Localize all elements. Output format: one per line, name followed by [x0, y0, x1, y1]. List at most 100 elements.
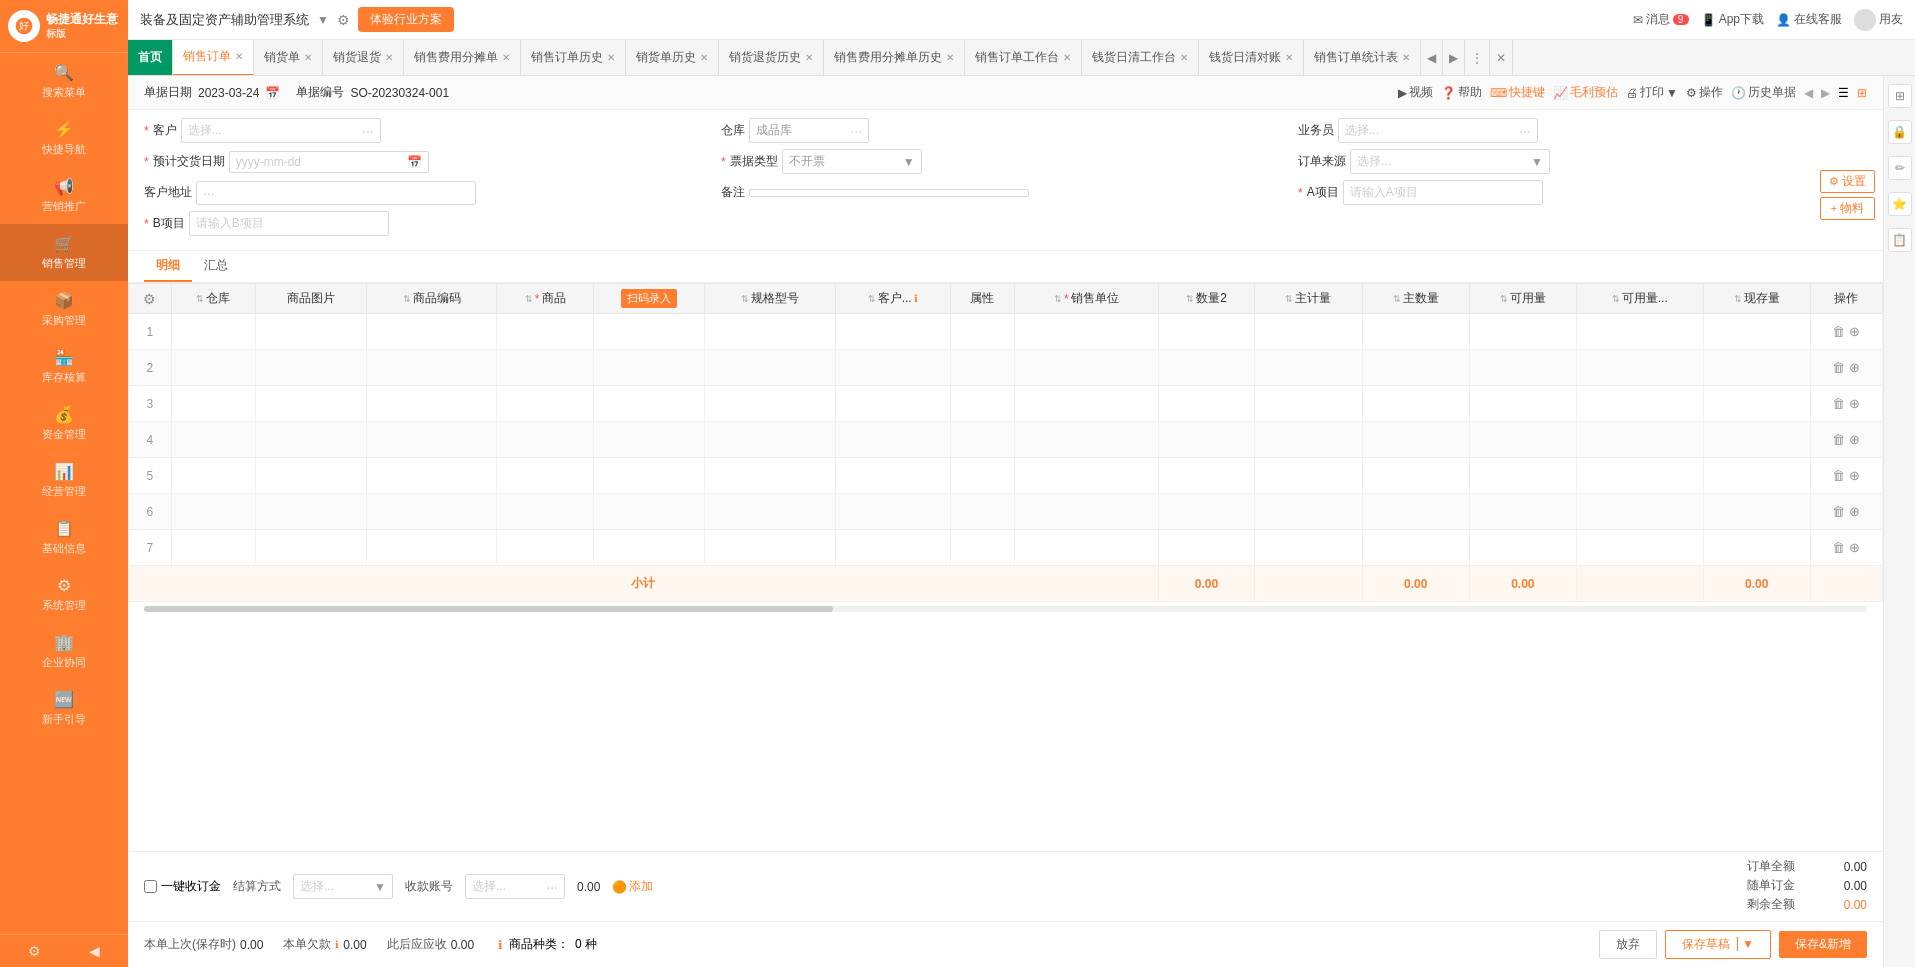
cell-qty2-6[interactable]	[1158, 494, 1255, 530]
th-scan[interactable]: 扫码录入	[594, 284, 705, 314]
tab-order-history[interactable]: 销售订单历史 ✕	[521, 40, 626, 76]
cell-warehouse-3[interactable]	[171, 386, 255, 422]
copy-icon-5[interactable]: ⊕	[1849, 468, 1860, 483]
tab-sales-order[interactable]: 销售订单 ✕	[173, 40, 254, 76]
th-product[interactable]: ⇅ *商品	[497, 284, 594, 314]
tab-return[interactable]: 销货退货 ✕	[323, 40, 404, 76]
tab-sales-order-close[interactable]: ✕	[235, 51, 243, 62]
th-spec[interactable]: ⇅ 规格型号	[705, 284, 836, 314]
save-draft-dropdown[interactable]: ▼	[1737, 937, 1754, 951]
delete-icon-6[interactable]: 🗑	[1832, 504, 1845, 519]
tab-daily-workbench-close[interactable]: ✕	[1180, 52, 1188, 63]
right-panel-icon-1[interactable]: ⊞	[1888, 84, 1912, 108]
cell-warehouse-1[interactable]	[171, 314, 255, 350]
tab-daily-check[interactable]: 钱货日清对账 ✕	[1199, 40, 1304, 76]
cell-product-3[interactable]	[497, 386, 594, 422]
cell-mqty-4[interactable]	[1362, 422, 1469, 458]
right-panel-icon-2[interactable]: 🔒	[1888, 120, 1912, 144]
copy-icon-1[interactable]: ⊕	[1849, 324, 1860, 339]
delete-icon-7[interactable]: 🗑	[1832, 540, 1845, 555]
save-draft-button[interactable]: 保存草稿 ▼	[1665, 930, 1771, 959]
right-panel-icon-5[interactable]: 📋	[1888, 228, 1912, 252]
cell-unit-2[interactable]	[1015, 350, 1159, 386]
delete-icon-5[interactable]: 🗑	[1832, 468, 1845, 483]
print-link[interactable]: 🖨 打印 ▼	[1626, 84, 1678, 101]
th-main-unit[interactable]: ⇅ 主计量	[1255, 284, 1362, 314]
cell-product-4[interactable]	[497, 422, 594, 458]
sidebar-item-basic[interactable]: 📋 基础信息	[0, 509, 128, 566]
sidebar-item-enterprise[interactable]: 🏢 企业协同	[0, 623, 128, 680]
th-unit[interactable]: ⇅ *销售单位	[1015, 284, 1159, 314]
tab-stats-close[interactable]: ✕	[1402, 52, 1410, 63]
system-dropdown-icon[interactable]: ▼	[317, 13, 329, 27]
cell-qty2-1[interactable]	[1158, 314, 1255, 350]
list-view-icon[interactable]: ☰	[1838, 86, 1849, 100]
cell-code-2[interactable]	[366, 350, 497, 386]
tab-workbench-close[interactable]: ✕	[1063, 52, 1071, 63]
header-settings-icon[interactable]: ⚙	[337, 12, 350, 28]
cell-ccode-7[interactable]	[835, 530, 950, 566]
cell-warehouse-5[interactable]	[171, 458, 255, 494]
cell-code-7[interactable]	[366, 530, 497, 566]
view-link[interactable]: ▶ 视频	[1398, 84, 1433, 101]
nav-prev-icon[interactable]: ◀	[1804, 86, 1813, 100]
tab-nav-more[interactable]: ⋮	[1465, 40, 1490, 76]
tab-invoice[interactable]: 销货单 ✕	[254, 40, 323, 76]
save-new-button[interactable]: 保存&新增	[1779, 931, 1867, 958]
cell-warehouse-2[interactable]	[171, 350, 255, 386]
settings-bottom-icon[interactable]: ⚙	[28, 943, 41, 959]
discard-button[interactable]: 放弃	[1599, 930, 1657, 959]
warehouse-input[interactable]: 成品库 ···	[749, 118, 869, 143]
cell-attr-3[interactable]	[950, 386, 1014, 422]
cell-product-6[interactable]	[497, 494, 594, 530]
tab-return-close[interactable]: ✕	[385, 52, 393, 63]
solution-btn[interactable]: 体验行业方案	[358, 7, 454, 32]
sidebar-item-system[interactable]: ⚙ 系统管理	[0, 566, 128, 623]
cell-product-1[interactable]	[497, 314, 594, 350]
cell-attr-2[interactable]	[950, 350, 1014, 386]
delete-icon-4[interactable]: 🗑	[1832, 432, 1845, 447]
tab-cost-split[interactable]: 销售费用分摊单 ✕	[404, 40, 521, 76]
delete-icon-1[interactable]: 🗑	[1832, 324, 1845, 339]
copy-icon-4[interactable]: ⊕	[1849, 432, 1860, 447]
cell-spec-5[interactable]	[705, 458, 836, 494]
scan-btn[interactable]: 扫码录入	[621, 289, 677, 308]
cell-spec-1[interactable]	[705, 314, 836, 350]
sidebar-item-finance[interactable]: 💰 资金管理	[0, 395, 128, 452]
cell-unit-3[interactable]	[1015, 386, 1159, 422]
th-current[interactable]: ⇅ 现存量	[1703, 284, 1810, 314]
tab-daily-workbench[interactable]: 钱货日清工作台 ✕	[1082, 40, 1199, 76]
cell-product-7[interactable]	[497, 530, 594, 566]
sidebar-item-management[interactable]: 📊 经营管理	[0, 452, 128, 509]
right-panel-icon-3[interactable]: ✏	[1888, 156, 1912, 180]
copy-icon-7[interactable]: ⊕	[1849, 540, 1860, 555]
th-warehouse[interactable]: ⇅ 仓库	[171, 284, 255, 314]
cell-warehouse-4[interactable]	[171, 422, 255, 458]
cell-product-2[interactable]	[497, 350, 594, 386]
cell-ccode-3[interactable]	[835, 386, 950, 422]
cell-unit-7[interactable]	[1015, 530, 1159, 566]
message-item[interactable]: ✉ 消息 9	[1633, 11, 1689, 28]
tab-summary[interactable]: 汇总	[192, 251, 240, 282]
cell-spec-3[interactable]	[705, 386, 836, 422]
tab-cost-split-close[interactable]: ✕	[502, 52, 510, 63]
nav-next-icon[interactable]: ▶	[1821, 86, 1830, 100]
tab-invoice-close[interactable]: ✕	[304, 52, 312, 63]
calendar-icon[interactable]: 📅	[265, 86, 280, 100]
delivery-input[interactable]: yyyy-mm-dd 📅	[229, 151, 429, 173]
profit-link[interactable]: 📈 毛利预估	[1553, 84, 1618, 101]
sidebar-item-purchase[interactable]: 📦 采购管理	[0, 281, 128, 338]
order-source-input[interactable]: 选择... ▼	[1350, 149, 1550, 174]
cell-ccode-2[interactable]	[835, 350, 950, 386]
cell-product-5[interactable]	[497, 458, 594, 494]
sidebar-item-quick[interactable]: ⚡ 快捷导航	[0, 110, 128, 167]
sidebar-item-inventory[interactable]: 🏪 库存核算	[0, 338, 128, 395]
settings-btn[interactable]: ⚙ 设置	[1820, 170, 1875, 193]
sidebar-item-guide[interactable]: 🆕 新手引导	[0, 680, 128, 737]
tab-cost-history-close[interactable]: ✕	[946, 52, 954, 63]
copy-icon-3[interactable]: ⊕	[1849, 396, 1860, 411]
th-code[interactable]: ⇅ 商品编码	[366, 284, 497, 314]
cell-attr-5[interactable]	[950, 458, 1014, 494]
cell-qty2-3[interactable]	[1158, 386, 1255, 422]
address-input[interactable]: ···	[196, 181, 476, 205]
